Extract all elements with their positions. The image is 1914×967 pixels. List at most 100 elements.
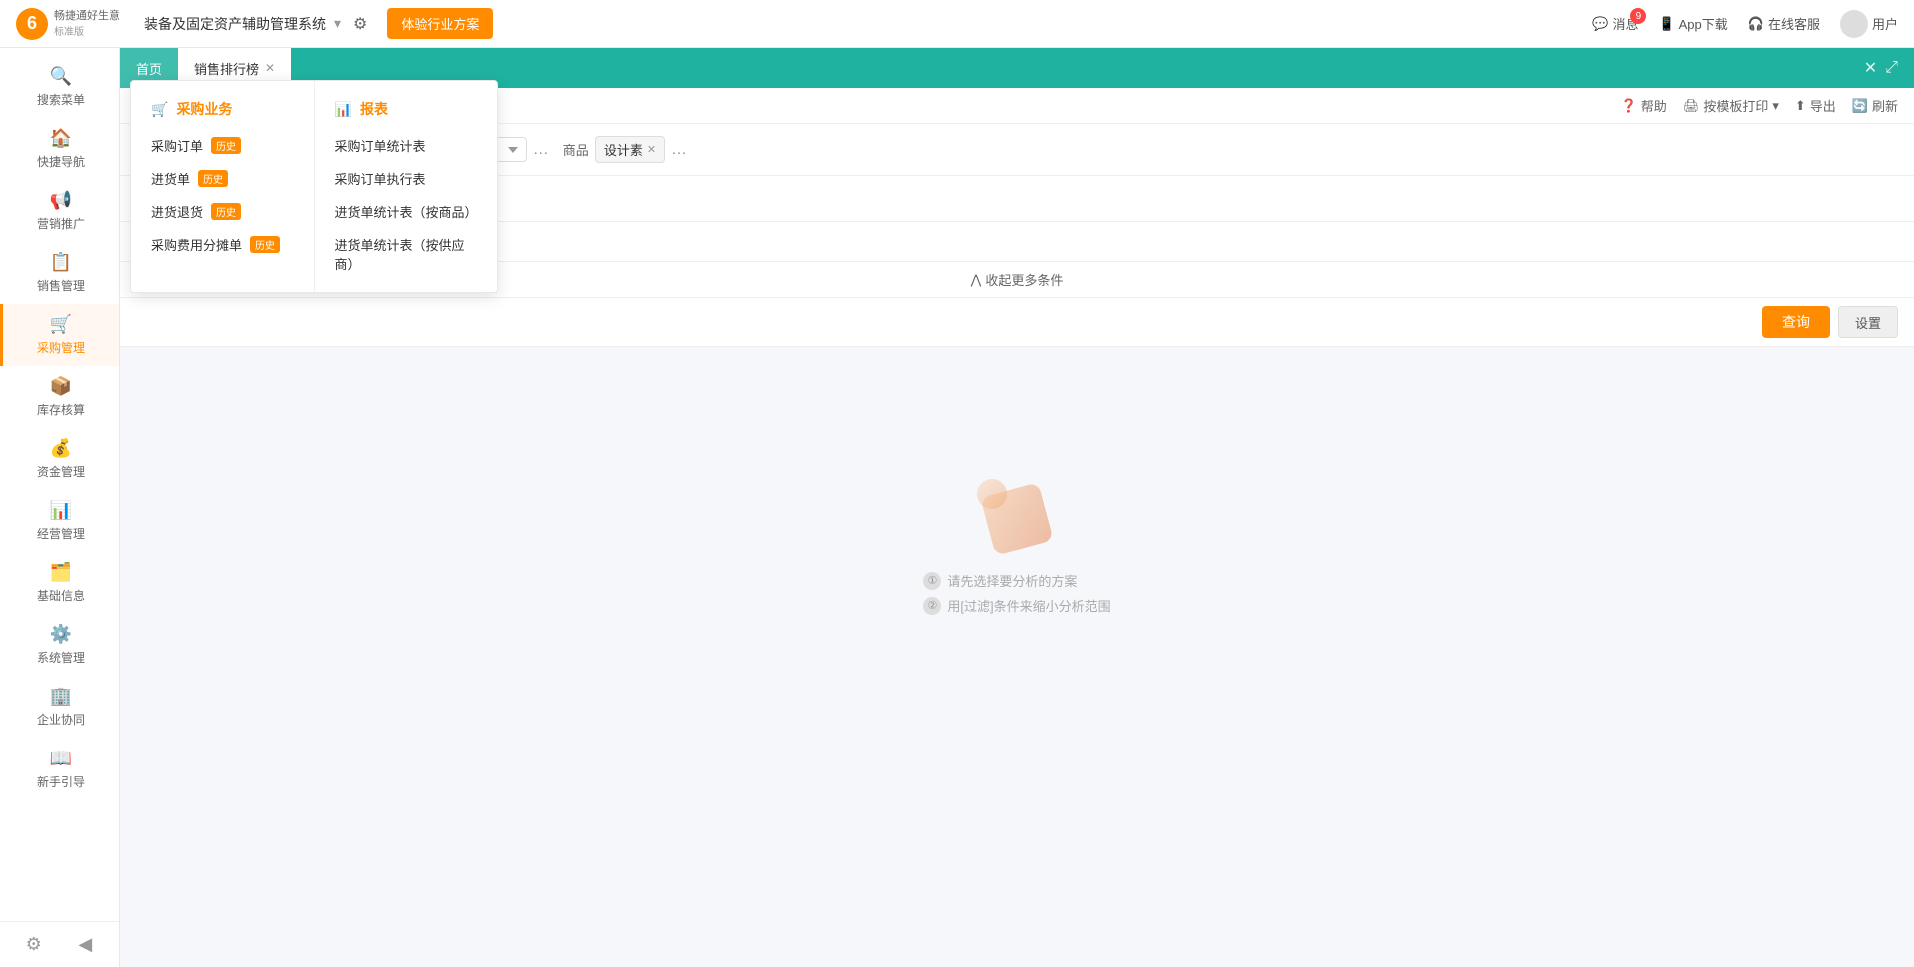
dropdown-item-receipt-stats-product[interactable]: 进货单统计表（按商品） xyxy=(315,195,498,228)
empty-state: ① 请先选择要分析的方案 ② 用[过滤]条件来缩小分析范围 xyxy=(120,347,1914,747)
sidebar-settings-btn[interactable]: ⚙ xyxy=(12,934,56,955)
dropdown-col-report: 📊 报表 采购订单统计表 采购订单执行表 进货单统计表（按商品） 进货单统计表（… xyxy=(315,81,498,292)
brand-name: 畅捷通好生意 xyxy=(54,9,120,23)
notification-icon: 💬 xyxy=(1592,16,1608,32)
sidebar-item-purchase[interactable]: 🛒 采购管理 xyxy=(0,304,119,366)
online-service-btn[interactable]: 🎧 在线客服 xyxy=(1748,14,1820,33)
help-label: 帮助 xyxy=(1641,96,1667,115)
online-service-label: 在线客服 xyxy=(1768,14,1820,33)
dropdown-menu: 🛒 采购业务 采购订单 历史 进货单 历史 进货退货 历史 采购费用分摊单 xyxy=(130,80,498,293)
tab-close-window-icon[interactable]: ✕ xyxy=(1864,58,1877,78)
empty-hint-1: ① 请先选择要分析的方案 xyxy=(923,571,1110,590)
dropdown-purchase-title: 🛒 采购业务 xyxy=(131,93,314,129)
print-btn[interactable]: 🖨 按模板打印 ▾ xyxy=(1683,96,1779,115)
purchase-expense-history-badge: 历史 xyxy=(250,236,280,253)
help-btn[interactable]: ❓ 帮助 xyxy=(1621,96,1667,115)
app-download-label: App下载 xyxy=(1679,14,1728,33)
dropdown-purchase-icon: 🛒 xyxy=(151,101,168,118)
sidebar-item-sales[interactable]: 📋 销售管理 xyxy=(0,242,119,304)
dropdown-item-purchase-order[interactable]: 采购订单 历史 xyxy=(131,129,314,162)
purchase-order-history-badge: 历史 xyxy=(211,137,241,154)
product-tag-remove[interactable]: ✕ xyxy=(647,143,656,156)
sidebar-label-purchase: 采购管理 xyxy=(37,339,85,356)
hint-text-1: 请先选择要分析的方案 xyxy=(947,571,1077,590)
sidebar-item-inventory[interactable]: 📦 库存核算 xyxy=(0,366,119,428)
dropdown-report-icon: 📊 xyxy=(335,101,352,118)
collapse-arrow-icon: ⋀ xyxy=(971,272,982,288)
dropdown-item-goods-receipt[interactable]: 进货单 历史 xyxy=(131,162,314,195)
industry-btn[interactable]: 体验行业方案 xyxy=(387,8,493,39)
settings-btn[interactable]: 设置 xyxy=(1838,306,1898,338)
print-arrow: ▾ xyxy=(1772,98,1779,114)
finance-icon: 💰 xyxy=(50,438,72,459)
sidebar-item-quick[interactable]: 🏠 快捷导航 xyxy=(0,118,119,180)
top-header: 6 畅捷通好生意 标准版 装备及固定资产辅助管理系统 ▾ ⚙ 体验行业方案 💬 … xyxy=(0,0,1914,48)
tab-right-btns: ✕ ⤢ xyxy=(1864,58,1914,78)
refresh-btn[interactable]: 🔄 刷新 xyxy=(1852,96,1898,115)
empty-illustration xyxy=(967,479,1067,559)
sidebar-item-enterprise[interactable]: 🏢 企业协同 xyxy=(0,676,119,738)
sidebar-item-search[interactable]: 🔍 搜索菜单 xyxy=(0,56,119,118)
po-stats-label: 采购订单统计表 xyxy=(335,136,426,155)
sidebar-label-search: 搜索菜单 xyxy=(37,91,85,108)
export-icon: ⬆ xyxy=(1795,98,1806,114)
sidebar-label-system: 系统管理 xyxy=(37,649,85,666)
search-icon: 🔍 xyxy=(50,66,72,87)
sidebar-label-quick: 快捷导航 xyxy=(37,153,85,170)
user-label: 用户 xyxy=(1872,14,1898,33)
notification-btn[interactable]: 💬 消息 9 xyxy=(1592,14,1638,33)
sidebar-bottom: ⚙ ◀ xyxy=(0,921,119,967)
return-goods-label: 进货退货 xyxy=(151,202,203,221)
collapse-btn-label: 收起更多条件 xyxy=(985,270,1063,289)
dropdown-item-purchase-expense[interactable]: 采购费用分摊单 历史 xyxy=(131,228,314,261)
sidebar-label-inventory: 库存核算 xyxy=(37,401,85,418)
sidebar-item-finance[interactable]: 💰 资金管理 xyxy=(0,428,119,490)
collapse-conditions-btn[interactable]: ⋀ 收起更多条件 xyxy=(971,270,1064,289)
hint-text-2: 用[过滤]条件来缩小分析范围 xyxy=(947,596,1110,615)
sidebar-item-marketing[interactable]: 📢 营销推广 xyxy=(0,180,119,242)
sidebar-collapse-btn[interactable]: ◀ xyxy=(64,934,108,955)
tab-home-label: 首页 xyxy=(136,59,162,78)
brand-text: 畅捷通好生意 标准版 xyxy=(54,9,120,38)
sidebar-item-system[interactable]: ⚙️ 系统管理 xyxy=(0,614,119,676)
empty-hints: ① 请先选择要分析的方案 ② 用[过滤]条件来缩小分析范围 xyxy=(923,571,1110,615)
sidebar-item-guide[interactable]: 📖 新手引导 xyxy=(0,738,119,800)
goods-receipt-label: 进货单 xyxy=(151,169,190,188)
main-layout: 🔍 搜索菜单 🏠 快捷导航 📢 营销推广 📋 销售管理 🛒 采购管理 📦 库存核… xyxy=(0,48,1914,967)
dropdown-report-title: 📊 报表 xyxy=(315,93,498,129)
dropdown-item-po-exec[interactable]: 采购订单执行表 xyxy=(315,162,498,195)
product-tag: 设计素 ✕ xyxy=(595,136,665,163)
query-btn[interactable]: 查询 xyxy=(1762,306,1830,338)
app-download-btn[interactable]: 📱 App下载 xyxy=(1658,14,1727,33)
sidebar-label-guide: 新手引导 xyxy=(37,773,85,790)
sidebar-item-basic[interactable]: 🗂️ 基础信息 xyxy=(0,552,119,614)
return-goods-history-badge: 历史 xyxy=(211,203,241,220)
user-btn[interactable]: 用户 xyxy=(1840,10,1898,38)
print-icon: 🖨 xyxy=(1683,98,1700,114)
product-label: 商品 xyxy=(563,140,589,159)
dropdown-item-return-goods[interactable]: 进货退货 历史 xyxy=(131,195,314,228)
inventory-icon: 📦 xyxy=(50,376,72,397)
home-icon: 🏠 xyxy=(50,128,72,149)
system-settings-icon[interactable]: ⚙ xyxy=(353,14,367,34)
system-title-arrow[interactable]: ▾ xyxy=(334,15,341,32)
user-avatar xyxy=(1840,10,1868,38)
dropdown-item-po-stats[interactable]: 采购订单统计表 xyxy=(315,129,498,162)
tab-close-icon[interactable]: ✕ xyxy=(265,61,275,75)
system-icon: ⚙️ xyxy=(50,624,72,645)
export-btn[interactable]: ⬆ 导出 xyxy=(1795,96,1836,115)
product-tag-text: 设计素 xyxy=(604,140,643,159)
basic-icon: 🗂️ xyxy=(50,562,72,583)
sidebar-item-operation[interactable]: 📊 经营管理 xyxy=(0,490,119,552)
phone-icon: 📱 xyxy=(1658,16,1674,32)
headset-icon: 🎧 xyxy=(1748,16,1764,32)
sidebar-label-marketing: 营销推广 xyxy=(37,215,85,232)
voucher-status-more[interactable]: … xyxy=(533,141,551,159)
hint-num-1: ① xyxy=(923,572,941,590)
tab-maximize-icon[interactable]: ⤢ xyxy=(1885,59,1898,77)
product-more[interactable]: … xyxy=(671,141,689,159)
notification-badge: 9 xyxy=(1630,8,1646,24)
operation-icon: 📊 xyxy=(50,500,72,521)
dropdown-item-receipt-stats-supplier[interactable]: 进货单统计表（按供应商） xyxy=(315,228,498,280)
refresh-label: 刷新 xyxy=(1872,96,1898,115)
